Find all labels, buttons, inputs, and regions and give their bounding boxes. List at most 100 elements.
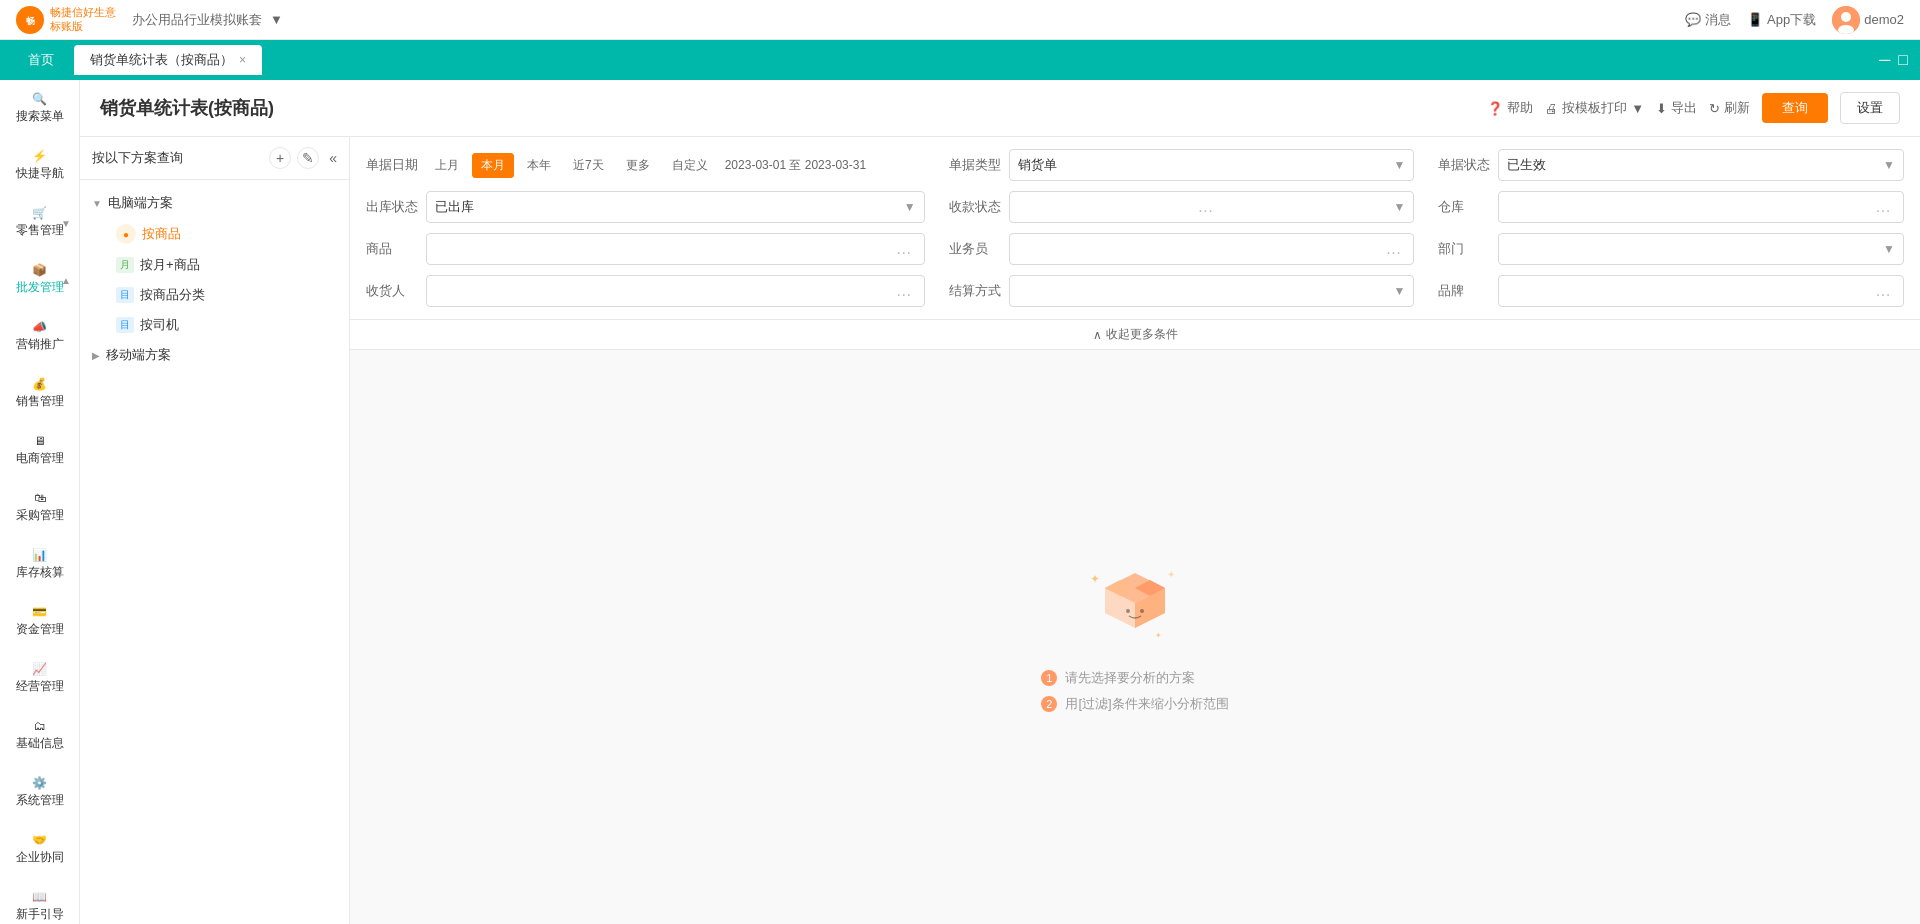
message-icon: 💬 bbox=[1685, 12, 1701, 27]
salesperson-input[interactable]: … bbox=[1009, 233, 1415, 265]
brand-input[interactable]: … bbox=[1498, 275, 1904, 307]
svg-point-13 bbox=[1126, 609, 1130, 613]
stock-status-input[interactable]: 已出库 ▼ bbox=[426, 191, 925, 223]
sidebar-item-cooperation[interactable]: 🤝 企业协同 bbox=[0, 821, 79, 878]
empty-text: 1 请先选择要分析的方案 2 用[过滤]条件来缩小分析范围 bbox=[1041, 669, 1228, 721]
receiver-input[interactable]: … bbox=[426, 275, 925, 307]
svg-text:畅: 畅 bbox=[26, 16, 35, 26]
refresh-button[interactable]: ↻ 刷新 bbox=[1709, 99, 1750, 117]
payment-status-dots[interactable]: … bbox=[1194, 198, 1218, 216]
message-button[interactable]: 💬 消息 bbox=[1685, 11, 1731, 29]
warehouse-dots[interactable]: … bbox=[1871, 198, 1895, 216]
mobile-group-label: 移动端方案 bbox=[106, 346, 171, 364]
tab-active[interactable]: 销货单统计表（按商品） × bbox=[74, 45, 262, 75]
sidebar-item-basic[interactable]: 🗂 基础信息 bbox=[0, 707, 79, 764]
doc-type-arrow: ▼ bbox=[1393, 158, 1405, 172]
finance-icon: 💳 bbox=[32, 605, 47, 619]
date-last-month-btn[interactable]: 上月 bbox=[426, 153, 468, 178]
help-button[interactable]: ❓ 帮助 bbox=[1487, 99, 1533, 117]
tab-home[interactable]: 首页 bbox=[12, 45, 70, 75]
department-input[interactable]: ▼ bbox=[1498, 233, 1904, 265]
date-last7-btn[interactable]: 近7天 bbox=[564, 153, 613, 178]
collapse-panel-button[interactable]: « bbox=[329, 150, 337, 166]
sidebar-item-sales[interactable]: 💰 销售管理 bbox=[0, 365, 79, 422]
left-panel-header: 按以下方案查询 + ✎ « bbox=[80, 137, 349, 180]
scheme-item-by-category[interactable]: 目 按商品分类 bbox=[80, 280, 349, 310]
sidebar-item-purchase[interactable]: 🛍 采购管理 bbox=[0, 479, 79, 536]
stock-status-field: 出库状态 已出库 ▼ bbox=[366, 191, 925, 223]
sidebar-item-ops[interactable]: 📈 经营管理 bbox=[0, 650, 79, 707]
tab-close-icon[interactable]: × bbox=[239, 53, 246, 67]
doc-status-input[interactable]: 已生效 ▼ bbox=[1498, 149, 1904, 181]
pc-group-arrow: ▼ bbox=[92, 198, 102, 209]
scheme-item-by-goods[interactable]: ● 按商品 bbox=[80, 218, 349, 250]
salesperson-dots[interactable]: … bbox=[1381, 240, 1405, 258]
svg-text:✦: ✦ bbox=[1155, 631, 1162, 640]
doc-status-arrow: ▼ bbox=[1883, 158, 1895, 172]
tab-maximize-btn[interactable]: □ bbox=[1898, 51, 1908, 69]
print-button[interactable]: 🖨 按模板打印 ▼ bbox=[1545, 99, 1644, 117]
scheme-item-by-month-goods[interactable]: 月 按月+商品 bbox=[80, 250, 349, 280]
empty-state: ✦ ✦ ✦ 1 请先选择要分析的方案 bbox=[1041, 553, 1228, 721]
doc-status-label: 单据状态 bbox=[1438, 156, 1498, 174]
scheme-icon-category: 目 bbox=[116, 287, 134, 303]
payment-status-input[interactable]: … ▼ bbox=[1009, 191, 1415, 223]
purchase-icon: 🛍 bbox=[34, 491, 46, 505]
goods-dots[interactable]: … bbox=[892, 240, 916, 258]
topbar-dropdown[interactable]: ▼ bbox=[270, 12, 283, 27]
sidebar-item-ecommerce[interactable]: 🖥 电商管理 bbox=[0, 422, 79, 479]
doc-type-input[interactable]: 销货单 ▼ bbox=[1009, 149, 1415, 181]
receiver-dots[interactable]: … bbox=[892, 282, 916, 300]
add-scheme-button[interactable]: + bbox=[269, 147, 291, 169]
scheme-item-by-driver[interactable]: 目 按司机 bbox=[80, 310, 349, 340]
setting-button[interactable]: 设置 bbox=[1840, 92, 1900, 124]
date-filter-field: 单据日期 上月 本月 本年 近7天 更多 自定义 2023-03-01 至 20… bbox=[366, 153, 925, 178]
nav-icon: ⚡ bbox=[32, 149, 47, 163]
doc-status-filter-field: 单据状态 已生效 ▼ bbox=[1438, 149, 1904, 181]
sidebar-item-finance[interactable]: 💳 资金管理 bbox=[0, 593, 79, 650]
user-menu-button[interactable]: demo2 bbox=[1832, 6, 1904, 34]
date-this-month-btn[interactable]: 本月 bbox=[472, 153, 514, 178]
page-header-actions: ❓ 帮助 🖨 按模板打印 ▼ ⬇ 导出 ↻ 刷新 查询 设置 bbox=[1487, 92, 1900, 136]
payment-status-arrow: ▼ bbox=[1393, 200, 1405, 214]
query-button[interactable]: 查询 bbox=[1762, 93, 1828, 123]
help-icon: ❓ bbox=[1487, 101, 1503, 116]
date-this-year-btn[interactable]: 本年 bbox=[518, 153, 560, 178]
export-button[interactable]: ⬇ 导出 bbox=[1656, 99, 1697, 117]
sidebar-item-guide[interactable]: 📖 新手引导 bbox=[0, 878, 79, 924]
date-filter-buttons: 上月 本月 本年 近7天 更多 自定义 2023-03-01 至 2023-03… bbox=[426, 153, 866, 178]
logo-area: 畅 畅捷信好生意 标账版 bbox=[16, 6, 116, 34]
date-custom-btn[interactable]: 自定义 bbox=[663, 153, 717, 178]
basic-icon: 🗂 bbox=[34, 719, 46, 733]
search-icon: 🔍 bbox=[32, 92, 47, 106]
sidebar-item-wholesale[interactable]: 📦 批发管理 ▲ bbox=[0, 251, 79, 308]
svg-text:✦: ✦ bbox=[1167, 569, 1175, 580]
date-more-btn[interactable]: 更多 bbox=[617, 153, 659, 178]
date-range-text: 2023-03-01 至 2023-03-31 bbox=[725, 157, 866, 174]
brand-dots[interactable]: … bbox=[1871, 282, 1895, 300]
topbar-left: 畅 畅捷信好生意 标账版 办公用品行业模拟账套 ▼ bbox=[16, 6, 283, 34]
tab-minimize-btn[interactable]: ─ bbox=[1879, 51, 1890, 69]
edit-scheme-button[interactable]: ✎ bbox=[297, 147, 319, 169]
avatar bbox=[1832, 6, 1860, 34]
department-field: 部门 ▼ bbox=[1438, 233, 1904, 265]
sidebar-item-retail[interactable]: 🛒 零售管理 ▼ bbox=[0, 194, 79, 251]
sidebar: 🔍 搜索菜单 ⚡ 快捷导航 🛒 零售管理 ▼ 📦 批发管理 ▲ 📣 营销推广 💰… bbox=[0, 80, 80, 924]
main-layout: 🔍 搜索菜单 ⚡ 快捷导航 🛒 零售管理 ▼ 📦 批发管理 ▲ 📣 营销推广 💰… bbox=[0, 80, 1920, 924]
sidebar-item-system[interactable]: ⚙️ 系统管理 bbox=[0, 764, 79, 821]
warehouse-field: 仓库 … bbox=[1438, 191, 1904, 223]
settlement-input[interactable]: ▼ bbox=[1009, 275, 1415, 307]
scheme-icon-driver: 目 bbox=[116, 317, 134, 333]
sidebar-item-marketing[interactable]: 📣 营销推广 bbox=[0, 308, 79, 365]
sidebar-item-inventory[interactable]: 📊 库存核算 bbox=[0, 536, 79, 593]
sidebar-item-nav[interactable]: ⚡ 快捷导航 bbox=[0, 137, 79, 194]
mobile-group-header[interactable]: ▶ 移动端方案 bbox=[80, 340, 349, 370]
app-download-button[interactable]: 📱 App下载 bbox=[1747, 11, 1816, 29]
goods-input[interactable]: … bbox=[426, 233, 925, 265]
stock-status-label: 出库状态 bbox=[366, 198, 426, 216]
filter-area: 单据日期 上月 本月 本年 近7天 更多 自定义 2023-03-01 至 20… bbox=[350, 137, 1920, 320]
collapse-more-conditions[interactable]: ∧ 收起更多条件 bbox=[350, 320, 1920, 350]
pc-group-header[interactable]: ▼ 电脑端方案 bbox=[80, 188, 349, 218]
warehouse-input[interactable]: … bbox=[1498, 191, 1904, 223]
sidebar-item-search[interactable]: 🔍 搜索菜单 bbox=[0, 80, 79, 137]
